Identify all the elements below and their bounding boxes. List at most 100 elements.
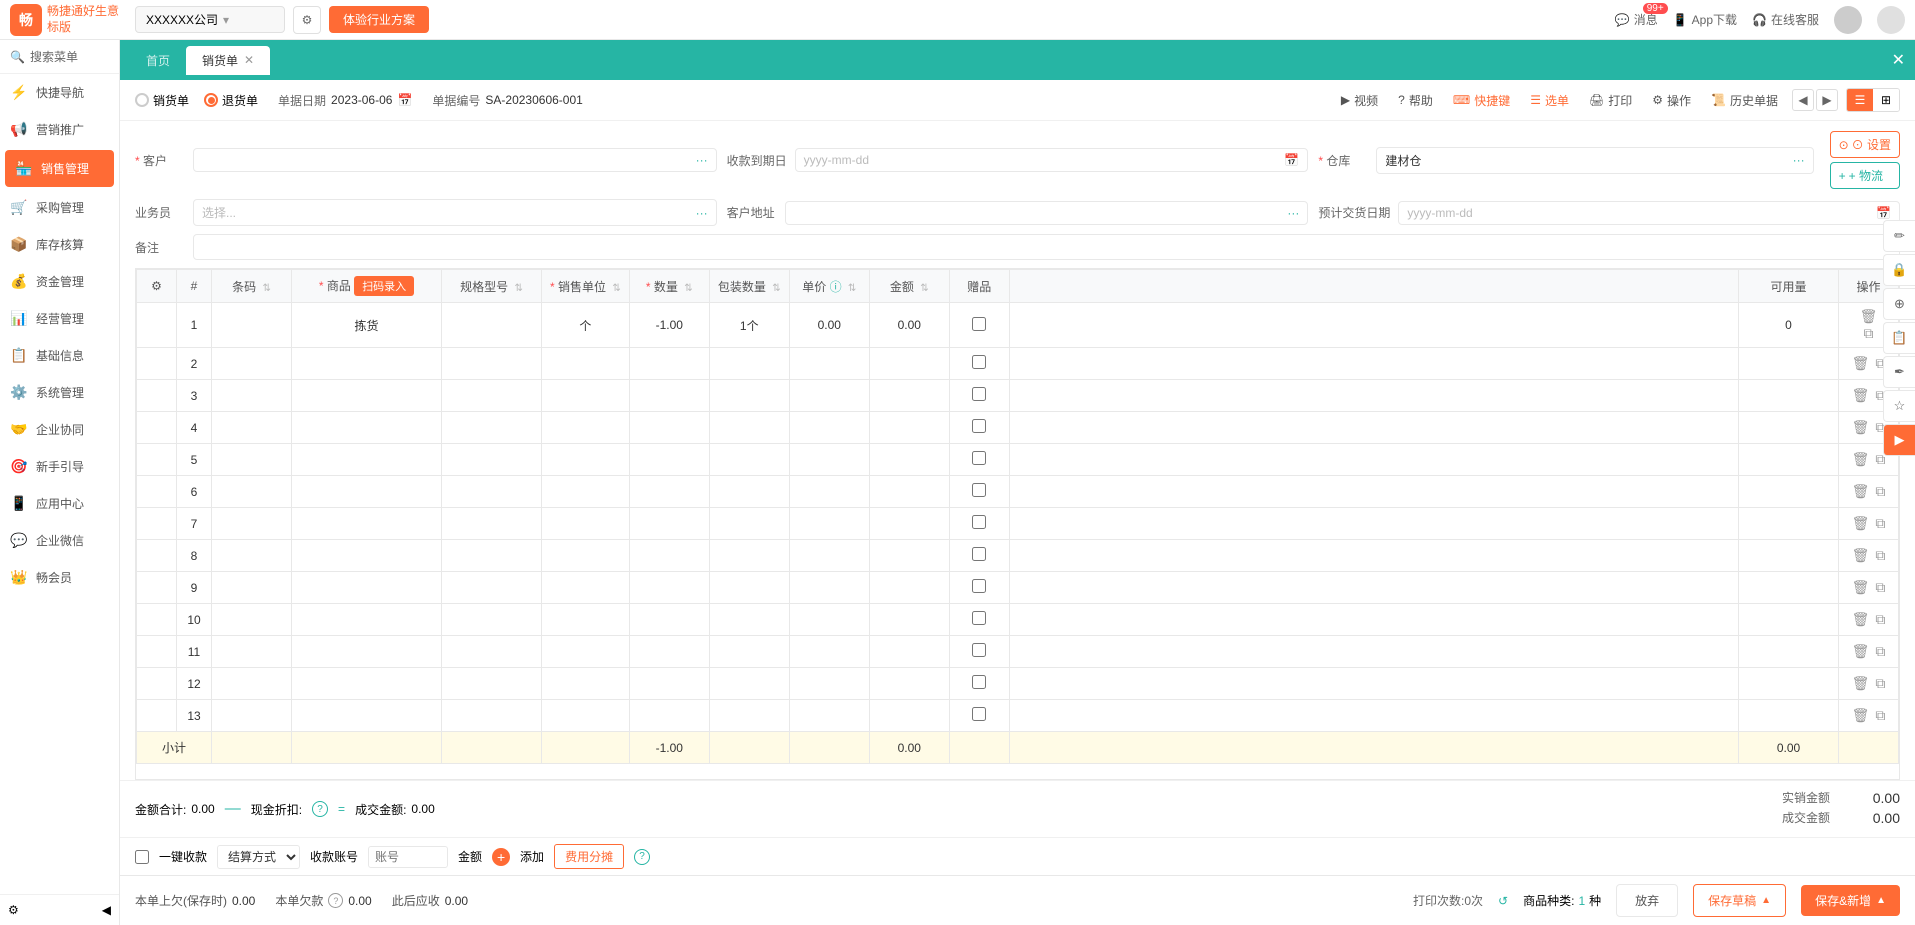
row-gift-checkbox[interactable] [972, 483, 986, 497]
abandon-button[interactable]: 放弃 [1616, 884, 1678, 917]
user-avatar-2[interactable] [1877, 6, 1905, 34]
right-btn-1[interactable]: ✏ [1883, 220, 1915, 252]
right-btn-5[interactable]: ✒ [1883, 356, 1915, 388]
print-button[interactable]: 🖨 打印 [1583, 89, 1638, 112]
list-view-btn[interactable]: ☰ [1847, 89, 1873, 111]
right-btn-4[interactable]: 📋 [1883, 322, 1915, 354]
radio-sales[interactable]: 销货单 [135, 92, 189, 109]
sidebar-item-marketing[interactable]: 📢 营销推广 [0, 111, 119, 148]
row1-gift[interactable] [949, 303, 1009, 348]
row1-copy-icon[interactable]: ⧉ [1864, 325, 1874, 341]
pkg-sort-icon[interactable]: ⇅ [772, 283, 780, 294]
sidebar-item-basic-info[interactable]: 📋 基础信息 [0, 337, 119, 374]
next-arrow[interactable]: ▶ [1816, 89, 1838, 111]
delete-icon[interactable]: 🗑 [1852, 643, 1870, 659]
minus-icon[interactable]: — [225, 800, 241, 818]
doc-short-help-icon[interactable]: ? [328, 893, 343, 908]
delete-icon[interactable]: 🗑 [1852, 547, 1870, 563]
customer-addr-input[interactable]: ··· [785, 201, 1309, 225]
history-button[interactable]: 📜 历史单据 [1705, 89, 1784, 112]
settings-gear-button[interactable]: ⚙ [293, 6, 321, 34]
warehouse-input[interactable]: 建材仓 ··· [1376, 147, 1813, 174]
sidebar-item-operations[interactable]: 📊 经营管理 [0, 300, 119, 337]
row1-delete-icon[interactable]: 🗑 [1860, 308, 1878, 324]
row1-qty[interactable]: -1.00 [629, 303, 709, 348]
delete-icon[interactable]: 🗑 [1852, 579, 1870, 595]
online-service-button[interactable]: 🎧 在线客服 [1752, 11, 1819, 28]
row-gift-checkbox[interactable] [972, 387, 986, 401]
tab-home[interactable]: 首页 [130, 46, 186, 75]
sidebar-item-sales-mgmt[interactable]: 🏪 销售管理 [5, 150, 114, 187]
copy-icon[interactable]: ⧉ [1875, 515, 1885, 531]
sidebar-item-inventory[interactable]: 📦 库存核算 [0, 226, 119, 263]
unit-sort-icon[interactable]: ⇅ [612, 283, 620, 294]
barcode-sort-icon[interactable]: ⇅ [262, 283, 270, 294]
row1-product[interactable]: 拣货 [292, 303, 442, 348]
copy-icon[interactable]: ⧉ [1875, 579, 1885, 595]
select-button[interactable]: ☰ 选单 [1524, 89, 1575, 112]
sidebar-item-purchase[interactable]: 🛒 采购管理 [0, 189, 119, 226]
warehouse-ellipsis[interactable]: ··· [1793, 153, 1805, 167]
settlement-method-select[interactable]: 结算方式 [217, 845, 300, 869]
delete-icon[interactable]: 🗑 [1852, 419, 1870, 435]
discount-help-icon[interactable]: ? [312, 801, 328, 817]
row1-spec[interactable] [442, 303, 542, 348]
copy-icon[interactable]: ⧉ [1875, 547, 1885, 563]
settings-bottom-icon[interactable]: ⚙ [8, 903, 19, 917]
tab-sales[interactable]: 销货单 ✕ [186, 46, 270, 75]
delete-icon[interactable]: 🗑 [1852, 515, 1870, 531]
row-gift-checkbox[interactable] [972, 611, 986, 625]
ops-button[interactable]: ⚙ 操作 [1646, 89, 1697, 112]
customer-ellipsis[interactable]: ··· [696, 153, 708, 167]
save-draft-button[interactable]: 保存草稿 ▲ [1693, 884, 1786, 917]
product-type-selector[interactable]: 商品种类: 1 种 [1523, 892, 1601, 909]
customer-input[interactable]: ··· [193, 148, 717, 172]
add-payment-button[interactable]: + [492, 848, 510, 866]
qty-sort-icon[interactable]: ⇅ [684, 283, 692, 294]
copy-icon[interactable]: ⧉ [1875, 675, 1885, 691]
row-gift-checkbox[interactable] [972, 547, 986, 561]
row-gift-checkbox[interactable] [972, 419, 986, 433]
right-btn-6[interactable]: ☆ [1883, 390, 1915, 422]
row1-amount[interactable]: 0.00 [869, 303, 949, 348]
right-btn-2[interactable]: 🔒 [1883, 254, 1915, 286]
row-gift-checkbox[interactable] [972, 707, 986, 721]
expected-calendar-icon[interactable]: 📅 [1876, 206, 1891, 220]
logistics-button[interactable]: + + 物流 [1830, 162, 1900, 189]
user-avatar[interactable] [1834, 6, 1862, 34]
row1-gift-checkbox[interactable] [972, 317, 986, 331]
payment-calendar-icon[interactable]: 📅 [1284, 153, 1299, 167]
delete-icon[interactable]: 🗑 [1852, 675, 1870, 691]
sidebar-item-guide[interactable]: 🎯 新手引导 [0, 448, 119, 485]
expense-help-icon[interactable]: ? [634, 849, 650, 865]
grid-view-btn[interactable]: ⊞ [1873, 89, 1899, 111]
sidebar-search[interactable]: 🔍 搜索菜单 [0, 40, 119, 74]
expense-split-button[interactable]: 费用分摊 [554, 844, 624, 869]
shortcut-button[interactable]: ⌨ 快捷键 [1447, 89, 1516, 112]
payment-due-input[interactable]: yyyy-mm-dd 📅 [795, 148, 1309, 172]
date-calendar-icon[interactable]: 📅 [397, 93, 412, 107]
addr-ellipsis[interactable]: ··· [1287, 206, 1299, 220]
message-button[interactable]: 💬 消息 99+ [1615, 11, 1658, 28]
row1-price[interactable]: 0.00 [789, 303, 869, 348]
prev-arrow[interactable]: ◀ [1792, 89, 1814, 111]
radio-return[interactable]: 退货单 [204, 92, 258, 109]
row-gift-checkbox[interactable] [972, 515, 986, 529]
row-gift-checkbox[interactable] [972, 579, 986, 593]
copy-icon[interactable]: ⧉ [1875, 611, 1885, 627]
one-click-pay-checkbox[interactable] [135, 850, 149, 864]
app-download-button[interactable]: 📱 App下载 [1673, 11, 1737, 28]
price-info-icon[interactable]: ⓘ [830, 280, 842, 294]
scan-button[interactable]: 扫码录入 [354, 276, 414, 296]
remark-input[interactable] [193, 234, 1900, 260]
row-gift-checkbox[interactable] [972, 451, 986, 465]
row-gift-checkbox[interactable] [972, 675, 986, 689]
row-gift-checkbox[interactable] [972, 643, 986, 657]
delete-icon[interactable]: 🗑 [1852, 387, 1870, 403]
row-gift-checkbox[interactable] [972, 355, 986, 369]
video-button[interactable]: ▶ 视频 [1335, 89, 1384, 112]
right-btn-orange[interactable]: ▶ [1883, 424, 1915, 456]
delete-icon[interactable]: 🗑 [1852, 355, 1870, 371]
save-new-button[interactable]: 保存&新增 ▲ [1801, 885, 1900, 916]
close-all-tabs-button[interactable]: ✕ [1892, 50, 1905, 70]
